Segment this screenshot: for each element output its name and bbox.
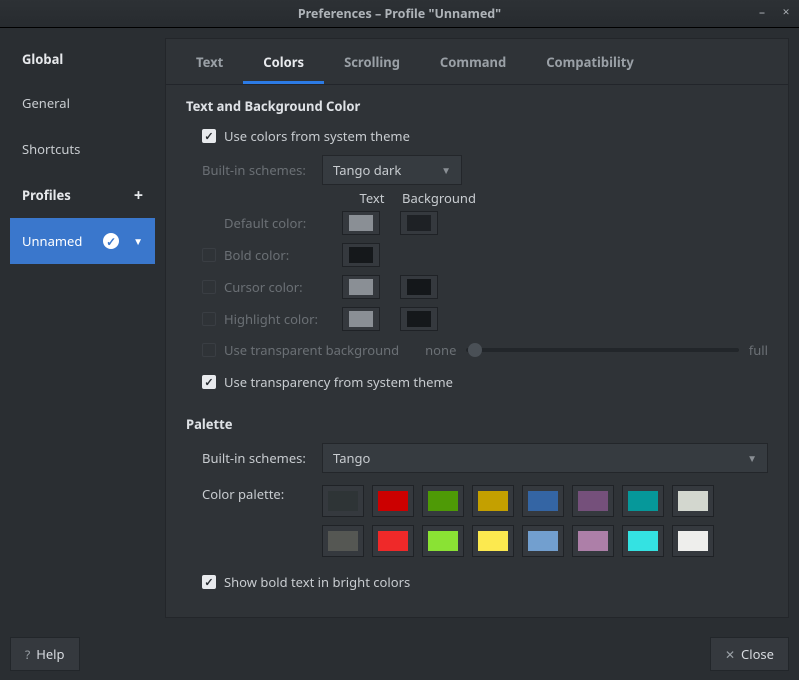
checkbox-use-system-colors[interactable] — [202, 129, 216, 143]
checkbox-bold-bright[interactable] — [202, 575, 216, 589]
palette-swatch-11[interactable] — [472, 525, 514, 557]
help-button-label: Help — [36, 645, 64, 663]
close-button[interactable]: ✕ Close — [710, 637, 789, 671]
palette-swatch-4[interactable] — [522, 485, 564, 517]
select-palette-scheme-value: Tango — [333, 449, 370, 467]
help-icon: ? — [25, 646, 30, 663]
swatch-bold-text[interactable] — [342, 243, 380, 267]
profile-default-icon: ✓ — [103, 233, 119, 249]
label-palette-builtin: Built-in schemes: — [202, 449, 322, 467]
checkbox-transparent-bg[interactable] — [202, 343, 216, 357]
column-header-text: Text — [342, 189, 402, 207]
select-builtin-scheme-value: Tango dark — [333, 161, 401, 179]
palette-grid — [322, 485, 714, 557]
footer: ? Help ✕ Close — [0, 628, 799, 680]
palette-swatch-0[interactable] — [322, 485, 364, 517]
palette-swatch-1[interactable] — [372, 485, 414, 517]
chevron-down-icon[interactable]: ▼ — [133, 234, 143, 248]
window-title: Preferences – Profile "Unnamed" — [298, 5, 501, 22]
slider-label-none: none — [425, 341, 456, 359]
palette-swatch-14[interactable] — [622, 525, 664, 557]
sidebar-profiles-label: Profiles — [22, 186, 71, 204]
help-button[interactable]: ? Help — [10, 637, 80, 671]
minimize-icon[interactable]: – — [755, 4, 769, 18]
palette-swatch-13[interactable] — [572, 525, 614, 557]
label-use-system-colors: Use colors from system theme — [224, 127, 410, 145]
column-header-background: Background — [402, 189, 462, 207]
label-color-palette: Color palette: — [202, 485, 322, 503]
slider-thumb[interactable] — [468, 343, 482, 357]
sidebar-item-profile-unnamed[interactable]: Unnamed ✓ ▼ — [10, 218, 155, 264]
checkbox-transparency-system[interactable] — [202, 375, 216, 389]
swatch-default-bg[interactable] — [400, 211, 438, 235]
palette-swatch-6[interactable] — [622, 485, 664, 517]
swatch-cursor-bg[interactable] — [400, 275, 438, 299]
profile-name-label: Unnamed — [22, 232, 82, 250]
close-icon: ✕ — [725, 646, 735, 663]
swatch-highlight-text[interactable] — [342, 307, 380, 331]
sidebar-item-general[interactable]: General — [10, 80, 155, 126]
label-highlight-color: Highlight color: — [224, 310, 342, 328]
label-builtin-schemes: Built-in schemes: — [202, 161, 322, 179]
palette-swatch-3[interactable] — [472, 485, 514, 517]
tab-text[interactable]: Text — [176, 43, 243, 84]
sidebar-item-shortcuts[interactable]: Shortcuts — [10, 126, 155, 172]
close-button-label: Close — [741, 645, 774, 663]
label-default-color: Default color: — [224, 214, 342, 232]
content-panel: Text Colors Scrolling Command Compatibil… — [165, 38, 789, 618]
section-title-palette: Palette — [186, 415, 768, 433]
palette-swatch-10[interactable] — [422, 525, 464, 557]
label-bold-bright: Show bold text in bright colors — [224, 573, 410, 591]
swatch-highlight-bg[interactable] — [400, 307, 438, 331]
label-transparency-system: Use transparency from system theme — [224, 373, 453, 391]
palette-swatch-5[interactable] — [572, 485, 614, 517]
sidebar-global-label: Global — [22, 50, 63, 68]
swatch-cursor-text[interactable] — [342, 275, 380, 299]
tab-colors[interactable]: Colors — [243, 43, 324, 84]
checkbox-cursor-color[interactable] — [202, 280, 216, 294]
transparency-slider[interactable] — [466, 348, 738, 352]
checkbox-highlight-color[interactable] — [202, 312, 216, 326]
select-builtin-scheme[interactable]: Tango dark ▼ — [322, 155, 462, 185]
palette-swatch-8[interactable] — [322, 525, 364, 557]
chevron-down-icon: ▼ — [441, 163, 451, 177]
tab-scrolling[interactable]: Scrolling — [324, 43, 420, 84]
checkbox-bold-color[interactable] — [202, 248, 216, 262]
tab-command[interactable]: Command — [420, 43, 526, 84]
close-icon[interactable]: × — [779, 4, 793, 18]
label-transparent-bg: Use transparent background — [224, 341, 399, 359]
palette-swatch-15[interactable] — [672, 525, 714, 557]
tab-bar: Text Colors Scrolling Command Compatibil… — [166, 43, 788, 85]
sidebar: Global General Shortcuts Profiles + Unna… — [10, 38, 155, 618]
tab-compatibility[interactable]: Compatibility — [526, 43, 654, 84]
select-palette-scheme[interactable]: Tango ▼ — [322, 443, 768, 473]
section-title-textbg: Text and Background Color — [186, 97, 768, 115]
add-profile-icon[interactable]: + — [134, 184, 143, 206]
sidebar-header-profiles: Profiles + — [10, 172, 155, 218]
titlebar: Preferences – Profile "Unnamed" – × — [0, 0, 799, 28]
palette-swatch-9[interactable] — [372, 525, 414, 557]
chevron-down-icon: ▼ — [747, 451, 757, 465]
sidebar-header-global: Global — [10, 38, 155, 80]
label-bold-color: Bold color: — [224, 246, 342, 264]
palette-swatch-2[interactable] — [422, 485, 464, 517]
label-cursor-color: Cursor color: — [224, 278, 342, 296]
palette-swatch-12[interactable] — [522, 525, 564, 557]
slider-label-full: full — [749, 341, 768, 359]
palette-swatch-7[interactable] — [672, 485, 714, 517]
swatch-default-text[interactable] — [342, 211, 380, 235]
